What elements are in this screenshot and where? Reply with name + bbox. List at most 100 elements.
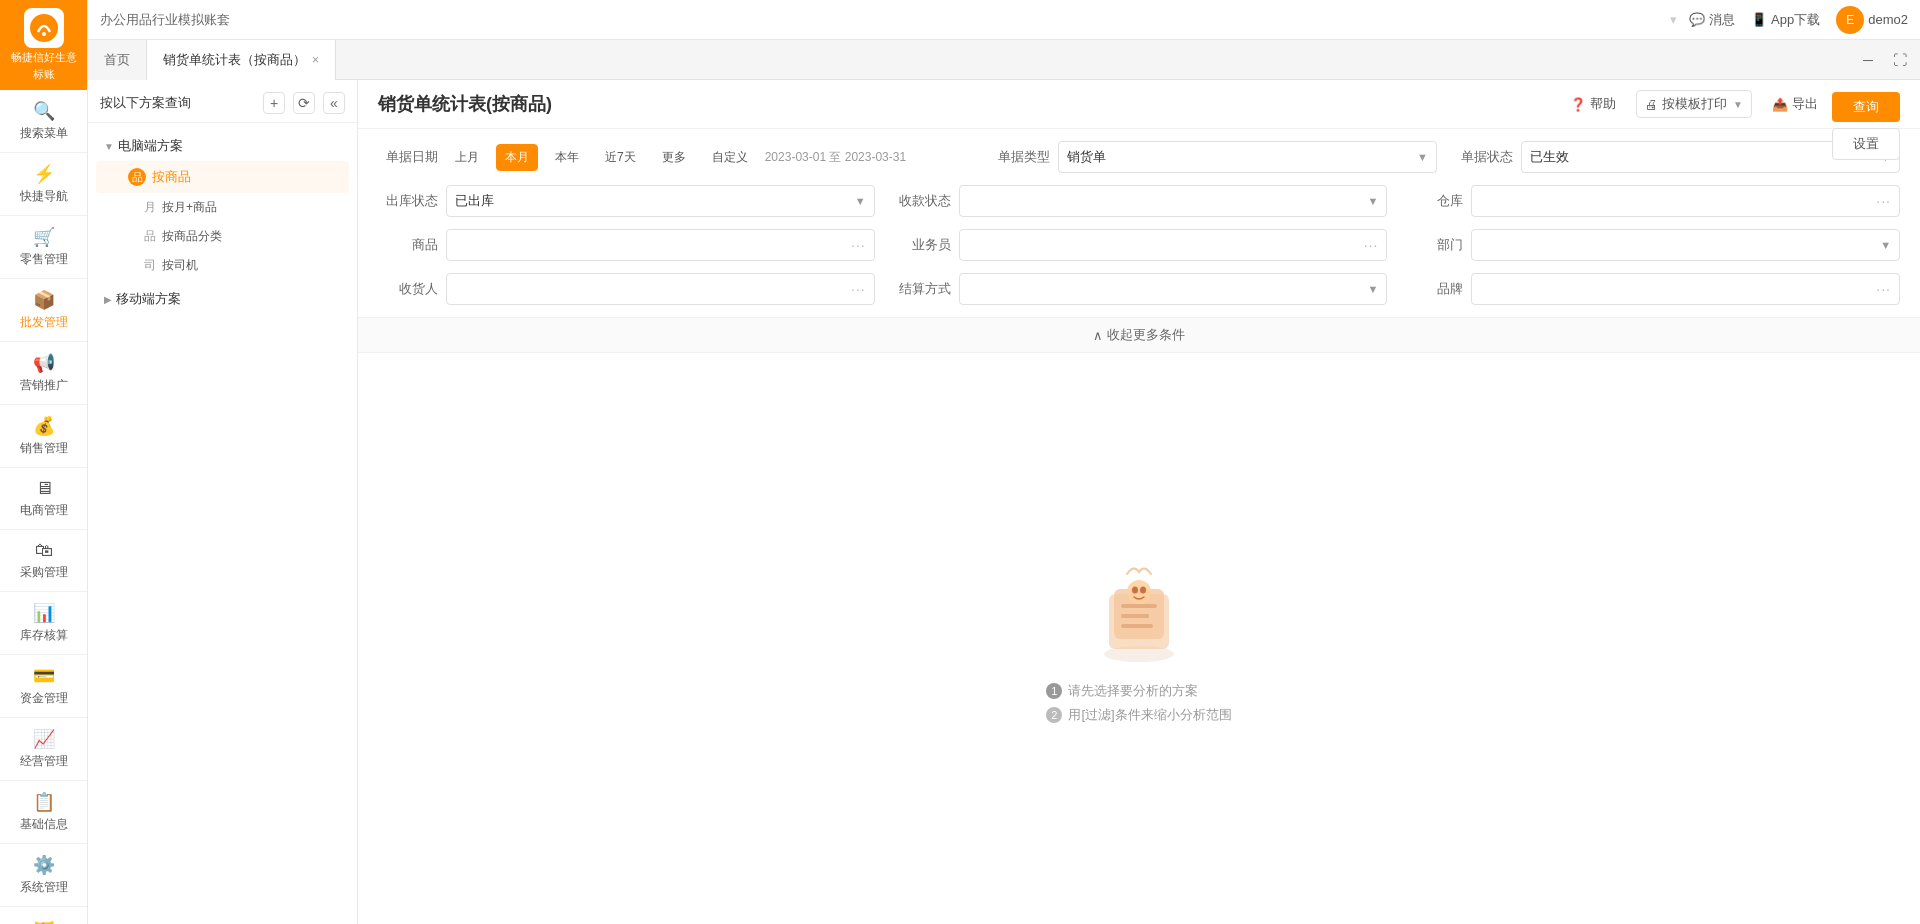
help-btn[interactable]: ❓ 帮助	[1562, 91, 1624, 117]
doc-type-input[interactable]: 销货单 ▼	[1058, 141, 1437, 173]
tab-active[interactable]: 销货单统计表（按商品） ×	[147, 40, 336, 80]
content-area: 按以下方案查询 + ⟳ « ▼ 电脑端方案 品 按商品	[88, 80, 1920, 924]
warehouse-label: 仓库	[1403, 192, 1463, 210]
app-download-btn[interactable]: 📱 App下载	[1751, 11, 1820, 29]
filter-panel-actions: + ⟳ «	[263, 92, 345, 114]
query-panel: 销货单统计表(按商品) ❓ 帮助 🖨 按模板打印 ▼ 📤	[358, 80, 1920, 924]
date-cur-btn[interactable]: 本月	[496, 144, 538, 171]
dept-label: 部门	[1403, 236, 1463, 254]
tab-home[interactable]: 首页	[88, 40, 147, 80]
sidebar-item-quick[interactable]: ⚡ 快捷导航	[0, 153, 87, 216]
tip-item-2: 2 用[过滤]条件来缩小分析范围	[1046, 706, 1231, 724]
driver-icon: 司	[144, 257, 156, 274]
staff-input[interactable]: ···	[959, 229, 1388, 261]
date-prev-btn[interactable]: 上月	[446, 144, 488, 171]
settings-button[interactable]: 设置	[1832, 128, 1900, 160]
sidebar-item-marketing[interactable]: 📢 营销推广	[0, 342, 87, 405]
print-btn[interactable]: 🖨 按模板打印 ▼	[1636, 90, 1752, 118]
warehouse-input[interactable]: ···	[1471, 185, 1900, 217]
tab-close-icon[interactable]: ×	[312, 54, 319, 66]
tip-item-1: 1 请先选择要分析的方案	[1046, 682, 1231, 700]
collapse-bar[interactable]: ∧ 收起更多条件	[358, 318, 1920, 353]
sidebar-item-wholesale[interactable]: 📦 批发管理	[0, 279, 87, 342]
collapse-panel-btn[interactable]: «	[323, 92, 345, 114]
sidebar-label-finance: 资金管理	[20, 690, 68, 707]
query-button[interactable]: 查询	[1832, 92, 1900, 122]
sidebar-label-system: 系统管理	[20, 879, 68, 896]
tip-text-1: 请先选择要分析的方案	[1068, 682, 1198, 700]
tab-expand-btn[interactable]: ⛶	[1888, 48, 1912, 72]
tree-item-goods[interactable]: 品 按商品	[96, 161, 349, 193]
pc-group-header[interactable]: ▼ 电脑端方案	[96, 131, 349, 161]
svg-point-1	[42, 32, 46, 36]
out-status-dropdown-icon: ▼	[855, 195, 866, 207]
dept-dropdown-icon: ▼	[1880, 239, 1891, 251]
dept-input[interactable]: ▼	[1471, 229, 1900, 261]
query-header: 销货单统计表(按商品) ❓ 帮助 🖨 按模板打印 ▼ 📤	[358, 80, 1920, 129]
sidebar-label-inventory: 库存核算	[20, 627, 68, 644]
tree-sub-category[interactable]: 品 按商品分类	[96, 222, 349, 251]
topbar-actions: 💬 消息 📱 App下载 E demo2	[1689, 6, 1908, 34]
tab-minimize-btn[interactable]: ─	[1856, 48, 1880, 72]
settle-label: 结算方式	[891, 280, 951, 298]
doc-type-field: 单据类型 销货单 ▼	[990, 141, 1437, 173]
user-area[interactable]: E demo2	[1836, 6, 1908, 34]
mobile-group-header[interactable]: ▶ 移动端方案	[96, 284, 349, 314]
sidebar-item-sales[interactable]: 💰 销售管理	[0, 405, 87, 468]
date-7-btn[interactable]: 近7天	[596, 144, 645, 171]
mobile-group-arrow: ▶	[104, 294, 112, 305]
sidebar-item-collab[interactable]: 🤝 企业协同	[0, 907, 87, 924]
tip-num-1: 1	[1046, 683, 1062, 699]
sidebar-item-purchase[interactable]: 🛍 采购管理	[0, 530, 87, 592]
sidebar-item-ecom[interactable]: 🖥 电商管理	[0, 468, 87, 530]
sidebar-item-finance[interactable]: 💳 资金管理	[0, 655, 87, 718]
settle-input[interactable]: ▼	[959, 273, 1388, 305]
print-dropdown-icon: ▼	[1733, 99, 1743, 110]
out-status-field: 出库状态 已出库 ▼	[378, 185, 875, 217]
sidebar-label-sales: 销售管理	[20, 440, 68, 457]
tree-sub-category-label: 按商品分类	[162, 228, 222, 245]
sidebar-item-ops[interactable]: 📈 经营管理	[0, 718, 87, 781]
sidebar-item-inventory[interactable]: 📊 库存核算	[0, 592, 87, 655]
sidebar-item-base[interactable]: 📋 基础信息	[0, 781, 87, 844]
topbar-divider: ▾	[1670, 12, 1677, 27]
help-label: 帮助	[1590, 95, 1616, 113]
help-icon: ❓	[1570, 97, 1586, 112]
doc-type-label: 单据类型	[990, 148, 1050, 166]
collect-status-field: 收款状态 ▼	[891, 185, 1388, 217]
tip-text-2: 用[过滤]条件来缩小分析范围	[1068, 706, 1231, 724]
filter-tree: ▼ 电脑端方案 品 按商品 月 按月+商品 品 按商品分类	[88, 123, 357, 924]
message-btn[interactable]: 💬 消息	[1689, 11, 1735, 29]
add-scheme-btn[interactable]: +	[263, 92, 285, 114]
warehouse-dots-icon: ···	[1876, 193, 1891, 209]
date-filter: 上月 本月 本年 近7天 更多 自定义 2023-03-01 至 2023-03…	[446, 144, 906, 171]
sidebar-label-wholesale: 批发管理	[20, 314, 68, 331]
sidebar-item-retail[interactable]: 🛒 零售管理	[0, 216, 87, 279]
print-icon: 🖨	[1645, 97, 1658, 112]
refresh-scheme-btn[interactable]: ⟳	[293, 92, 315, 114]
collect-status-label: 收款状态	[891, 192, 951, 210]
sidebar-item-system[interactable]: ⚙️ 系统管理	[0, 844, 87, 907]
collect-status-input[interactable]: ▼	[959, 185, 1388, 217]
tabbar: 首页 销货单统计表（按商品） × ─ ⛶	[88, 40, 1920, 80]
out-status-input[interactable]: 已出库 ▼	[446, 185, 875, 217]
svg-rect-5	[1121, 604, 1157, 608]
receiver-dots-icon: ···	[851, 281, 866, 297]
doc-status-value: 已生效	[1530, 148, 1569, 166]
receiver-input[interactable]: ···	[446, 273, 875, 305]
tabbar-right: ─ ⛶	[1856, 48, 1920, 72]
tree-sub-month-goods[interactable]: 月 按月+商品	[96, 193, 349, 222]
brand-input[interactable]: ···	[1471, 273, 1900, 305]
message-icon: 💬	[1689, 12, 1705, 27]
export-btn[interactable]: 📤 导出	[1764, 91, 1826, 117]
tree-sub-driver[interactable]: 司 按司机	[96, 251, 349, 280]
goods-field: 商品 ···	[378, 229, 875, 261]
date-year-btn[interactable]: 本年	[546, 144, 588, 171]
goods-input[interactable]: ···	[446, 229, 875, 261]
empty-icon	[1079, 554, 1199, 674]
ops-nav-icon: 📈	[33, 728, 55, 750]
settle-dropdown-icon: ▼	[1367, 283, 1378, 295]
date-more-btn[interactable]: 更多	[653, 144, 695, 171]
sidebar-item-search[interactable]: 🔍 搜索菜单	[0, 90, 87, 153]
date-custom-btn[interactable]: 自定义	[703, 144, 757, 171]
